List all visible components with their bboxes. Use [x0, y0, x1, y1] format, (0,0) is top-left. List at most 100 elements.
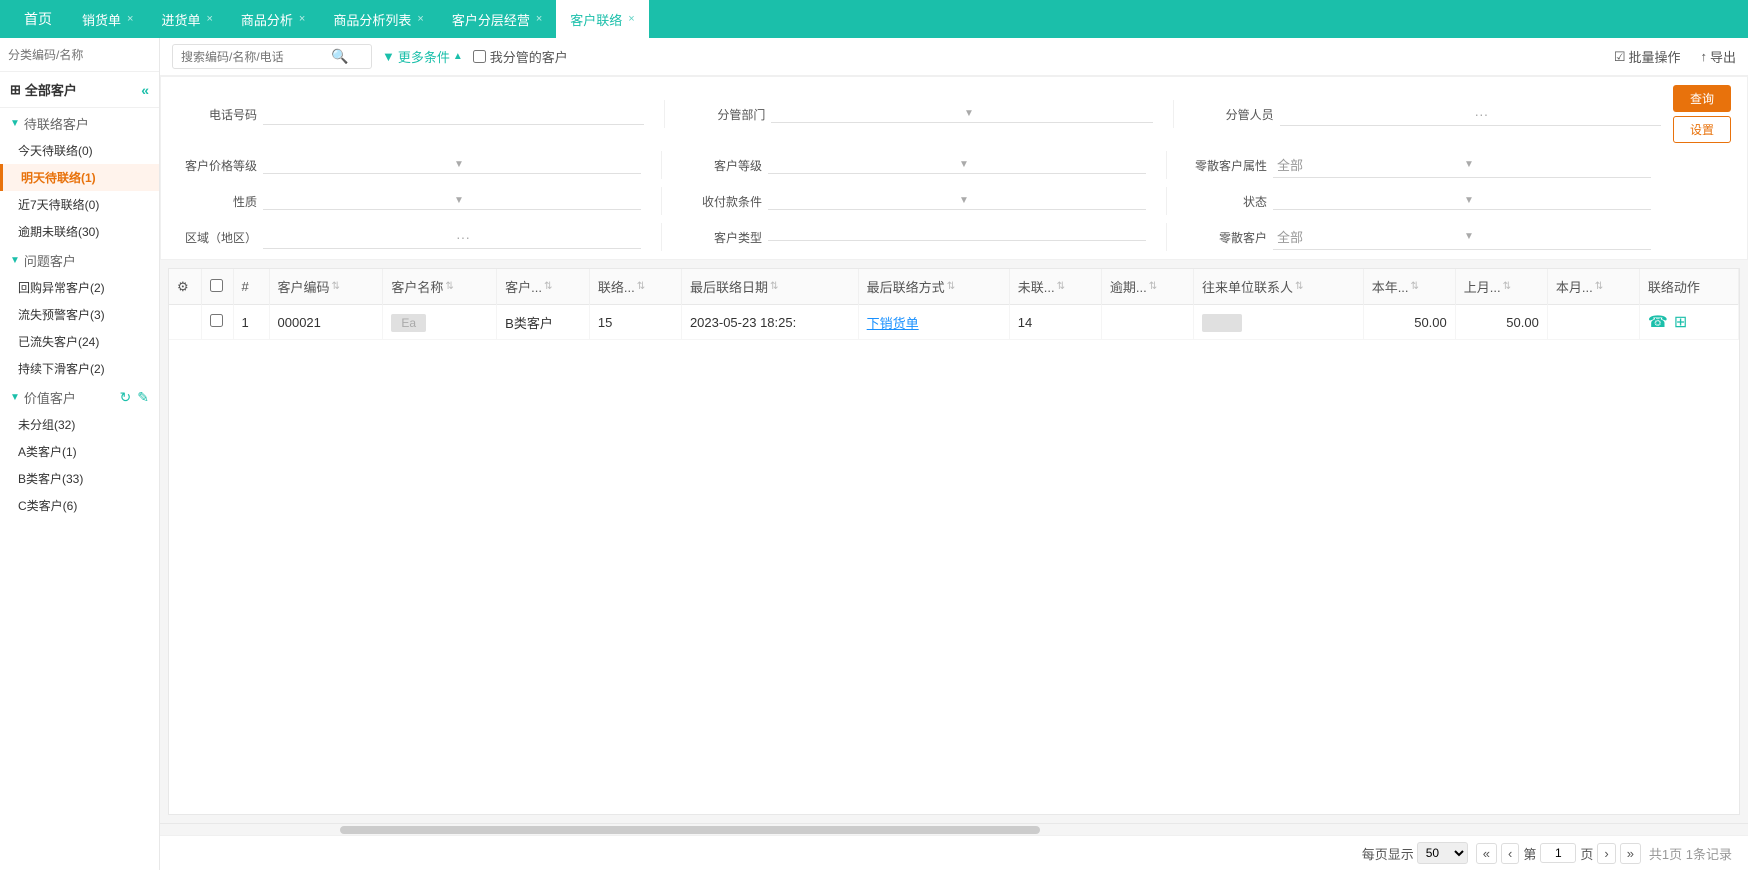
sort-icon-code[interactable]: ⇅ [332, 281, 340, 292]
more-action-icon[interactable]: ⊞ [1674, 312, 1687, 332]
sort-icon-uncontacted[interactable]: ⇅ [1057, 281, 1065, 292]
last-page-button[interactable]: » [1620, 843, 1641, 864]
nav-item-customer-contact[interactable]: 客户联络 × [556, 0, 648, 38]
filter-input-phone[interactable] [263, 104, 644, 125]
filter-select-retail-attr[interactable]: 全部 ▼ [1273, 152, 1651, 178]
sort-icon-this-month[interactable]: ⇅ [1595, 281, 1603, 292]
total-label: 共1页 1条记录 [1649, 844, 1732, 863]
sort-icon-contact[interactable]: ⇅ [637, 281, 645, 292]
search-input[interactable] [181, 50, 331, 64]
close-product-list-tab[interactable]: × [417, 13, 423, 25]
section-arrow-problem: ▼ [10, 255, 20, 266]
sort-icon-name[interactable]: ⇅ [445, 281, 453, 292]
sidebar-item-today[interactable]: 今天待联络(0) [0, 137, 159, 164]
close-customer-contact-tab[interactable]: × [628, 13, 634, 25]
filter-cell-retail-customer: 零散客户 全部 ▼ [1187, 224, 1651, 250]
filter-select-retail-customer[interactable]: 全部 ▼ [1273, 224, 1651, 250]
sort-icon-this-year[interactable]: ⇅ [1411, 281, 1419, 292]
sidebar-all-customers[interactable]: ⊞ 全部客户 « [0, 72, 159, 108]
prev-page-button[interactable]: ‹ [1501, 843, 1519, 864]
next-page-button[interactable]: › [1597, 843, 1615, 864]
close-product-analysis-tab[interactable]: × [299, 13, 305, 25]
sidebar-item-tomorrow[interactable]: 明天待联络(1) [0, 164, 159, 191]
th-settings: ⚙ [169, 269, 201, 305]
sidebar-item-declining[interactable]: 持续下滑客户(2) [0, 355, 159, 382]
page-number-input[interactable] [1540, 843, 1576, 863]
section-title-problem: ▼ 问题客户 [0, 245, 159, 274]
sort-icon-overdue[interactable]: ⇅ [1149, 281, 1157, 292]
retail-customer-value: 全部 [1277, 227, 1460, 246]
sidebar-collapse-icon[interactable]: « [141, 82, 149, 98]
close-sales-tab[interactable]: × [127, 13, 133, 25]
row-checkbox[interactable] [210, 314, 223, 327]
search-submit-icon[interactable]: 🔍 [331, 48, 348, 65]
filter-select-region[interactable]: ··· [263, 226, 641, 249]
last-method-link[interactable]: 下销货单 [867, 316, 919, 331]
close-customer-tier-tab[interactable]: × [536, 13, 542, 25]
filter-label-nature: 性质 [177, 193, 257, 210]
sort-icon-last-month[interactable]: ⇅ [1503, 281, 1511, 292]
query-button[interactable]: 查询 [1673, 85, 1731, 112]
filter-select-dept[interactable]: ▼ [771, 105, 1152, 123]
value-section-icon2[interactable]: ✎ [137, 389, 149, 406]
sort-icon-unit-contact[interactable]: ⇅ [1295, 281, 1303, 292]
value-section-icon1[interactable]: ↻ [120, 389, 132, 406]
filter-panel: 电话号码 分管部门 ▼ 分管人员 ··· [160, 76, 1748, 260]
select-all-checkbox[interactable] [210, 279, 223, 292]
filter-cell-region: 区域（地区） ··· [177, 226, 641, 249]
person-dots-icon[interactable]: ··· [1474, 106, 1657, 122]
th-type: 客户... ⇅ [497, 269, 590, 305]
filter-select-price-grade[interactable]: ▼ [263, 156, 641, 174]
table-row: 1 000021 Ea B类客户 15 2023-05-23 18:25: 下销… [169, 305, 1739, 340]
unit-contact-masked [1202, 314, 1242, 332]
filter-cell-customer-grade: 客户等级 ▼ [682, 156, 1146, 174]
sidebar-item-class-a[interactable]: A类客户(1) [0, 438, 159, 465]
top-navigation: 首页 销货单 × 进货单 × 商品分析 × 商品分析列表 × 客户分层经营 × … [0, 0, 1748, 38]
filter-select-customer-grade[interactable]: ▼ [768, 156, 1146, 174]
sidebar-item-abnormal[interactable]: 回购异常客户(2) [0, 274, 159, 301]
nav-item-product-list[interactable]: 商品分析列表 × [319, 0, 437, 38]
filter-cell-retail-attr: 零散客户属性 全部 ▼ [1187, 152, 1651, 178]
sidebar-item-ungrouped[interactable]: 未分组(32) [0, 411, 159, 438]
filter-select-nature[interactable]: ▼ [263, 192, 641, 210]
my-customer-checkbox[interactable] [473, 50, 486, 63]
filter-select-status[interactable]: ▼ [1273, 192, 1651, 210]
nav-item-customer-tier[interactable]: 客户分层经营 × [438, 0, 556, 38]
sidebar-item-class-c[interactable]: C类客户(6) [0, 492, 159, 519]
td-uncontacted: 14 [1009, 305, 1101, 340]
search-bar: 🔍 ▼ 更多条件 ▲ 我分管的客户 ☑ 批量操作 ↑ 导出 [160, 38, 1748, 76]
sort-icon-last-date[interactable]: ⇅ [770, 281, 778, 292]
contact-action-icon[interactable]: ☎ [1648, 312, 1668, 332]
my-customer-checkbox-wrap[interactable]: 我分管的客户 [473, 47, 568, 66]
close-purchase-tab[interactable]: × [206, 13, 212, 25]
nav-home[interactable]: 首页 [8, 0, 68, 38]
filter-select-payment[interactable]: ▼ [768, 192, 1146, 210]
filter-select-customer-type[interactable] [768, 234, 1146, 241]
filter-cell-customer-type: 客户类型 [682, 229, 1146, 246]
settings-icon[interactable]: ⚙ [177, 279, 189, 294]
sidebar-item-churned[interactable]: 已流失客户(24) [0, 328, 159, 355]
td-code: 000021 [269, 305, 383, 340]
batch-op-button[interactable]: ☑ 批量操作 [1614, 47, 1681, 66]
page-size-dropdown[interactable]: 50 100 200 [1417, 842, 1468, 864]
nav-item-purchase[interactable]: 进货单 × [147, 0, 226, 38]
sidebar-item-churn-warning[interactable]: 流失预警客户(3) [0, 301, 159, 328]
sidebar-item-overdue[interactable]: 逾期未联络(30) [0, 218, 159, 245]
sidebar-item-7days[interactable]: 近7天待联络(0) [0, 191, 159, 218]
sort-icon-type[interactable]: ⇅ [544, 281, 552, 292]
scrollbar-thumb[interactable] [340, 826, 1040, 834]
nav-item-product-analysis[interactable]: 商品分析 × [227, 0, 319, 38]
filter-select-person[interactable]: ··· [1280, 103, 1661, 126]
region-dots-icon[interactable]: ··· [456, 229, 637, 245]
export-button[interactable]: ↑ 导出 [1700, 47, 1736, 66]
sidebar-item-class-b[interactable]: B类客户(33) [0, 465, 159, 492]
nav-item-sales[interactable]: 销货单 × [68, 0, 147, 38]
horizontal-scrollbar[interactable] [160, 823, 1748, 835]
sidebar-search-input[interactable] [8, 48, 160, 62]
sort-icon-last-method[interactable]: ⇅ [947, 281, 955, 292]
more-filter-button[interactable]: ▼ 更多条件 ▲ [382, 47, 463, 66]
reset-button[interactable]: 设置 [1673, 116, 1731, 143]
th-this-month: 本月... ⇅ [1547, 269, 1639, 305]
filter-cell-payment: 收付款条件 ▼ [682, 192, 1146, 210]
first-page-button[interactable]: « [1476, 843, 1497, 864]
